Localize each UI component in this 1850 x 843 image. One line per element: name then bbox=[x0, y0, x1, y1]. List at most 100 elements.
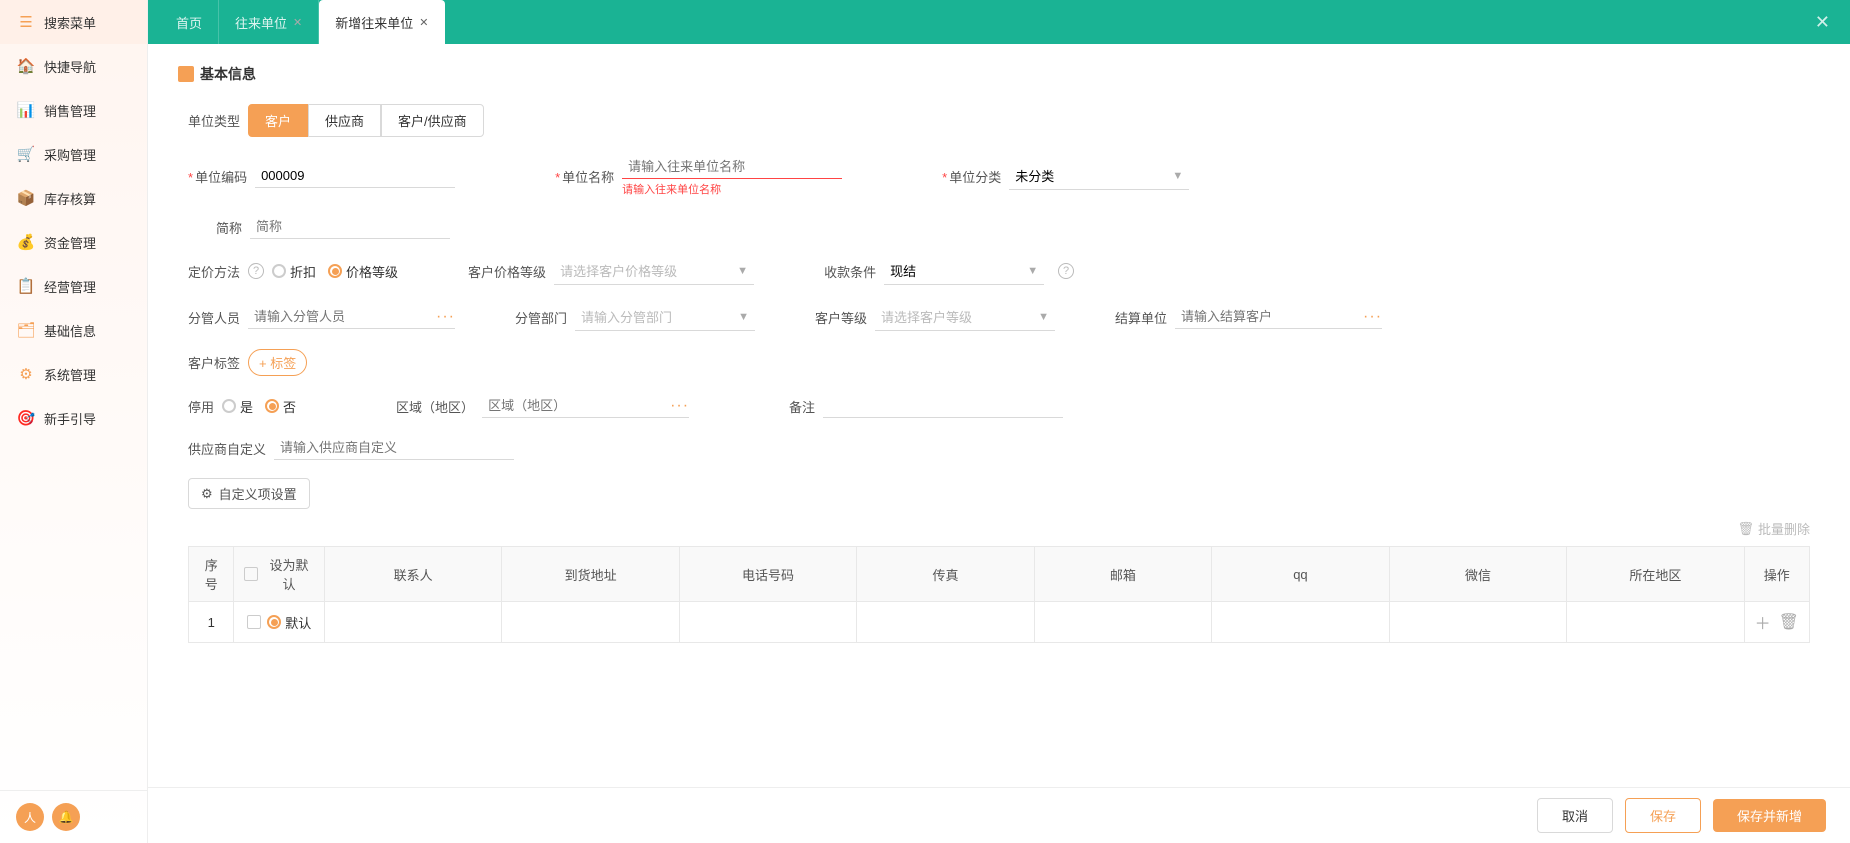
settlement-dots-btn[interactable]: ··· bbox=[1363, 308, 1382, 326]
abbr-input[interactable] bbox=[250, 215, 450, 239]
default-radio-label: 默认 bbox=[285, 613, 311, 632]
sidebar-search[interactable]: ☰ 搜索菜单 bbox=[0, 0, 147, 44]
department-select[interactable]: 请输入分管部门 ▼ bbox=[575, 303, 755, 331]
disable-radio-group: 是 否 bbox=[222, 397, 296, 416]
sidebar-item-system[interactable]: ⚙ 系统管理 bbox=[0, 352, 147, 396]
sidebar-item-inventory[interactable]: 📦 库存核算 bbox=[0, 176, 147, 220]
save-new-button[interactable]: 保存并新增 bbox=[1713, 799, 1826, 832]
save-button[interactable]: 保存 bbox=[1625, 798, 1701, 833]
disable-no-dot bbox=[269, 403, 276, 410]
tab-home[interactable]: 首页 bbox=[160, 0, 219, 44]
unit-code-label: *单位编码 bbox=[188, 167, 247, 186]
sidebar-item-finance[interactable]: 💰 资金管理 bbox=[0, 220, 147, 264]
section-title-text: 基本信息 bbox=[200, 64, 256, 84]
remark-input[interactable] bbox=[823, 394, 1063, 418]
disable-field: 停用 是 否 bbox=[188, 397, 296, 416]
disable-no[interactable]: 否 bbox=[265, 397, 296, 416]
col-default: 设为默认 bbox=[234, 547, 324, 602]
add-tag-button[interactable]: + 标签 bbox=[248, 349, 307, 376]
settlement-unit-input[interactable] bbox=[1175, 305, 1363, 328]
tab-contacts[interactable]: 往来单位 ✕ bbox=[219, 0, 319, 44]
cell-contact[interactable] bbox=[324, 602, 501, 643]
supplier-custom-input[interactable] bbox=[274, 436, 514, 460]
payment-help-icon[interactable]: ? bbox=[1058, 263, 1074, 279]
sidebar-item-basics[interactable]: 🗂 基础信息 bbox=[0, 308, 147, 352]
region-dots-btn[interactable]: ··· bbox=[670, 397, 689, 415]
qq-input[interactable] bbox=[1222, 615, 1379, 630]
tag-row: 客户标签 + 标签 bbox=[188, 349, 1810, 376]
unit-type-customer[interactable]: 客户 bbox=[248, 104, 308, 137]
cell-index: 1 bbox=[189, 602, 234, 643]
wechat-input[interactable] bbox=[1400, 615, 1556, 630]
unit-name-input[interactable] bbox=[622, 155, 842, 179]
delete-row-icon[interactable]: 🗑 bbox=[1779, 612, 1799, 632]
default-radio[interactable]: 默认 bbox=[267, 613, 311, 632]
pricing-radio-level[interactable]: 价格等级 bbox=[328, 262, 398, 281]
abbr-label: 简称 bbox=[216, 218, 242, 237]
sidebar-item-sales[interactable]: 📊 销售管理 bbox=[0, 88, 147, 132]
pricing-level-label: 价格等级 bbox=[346, 262, 398, 281]
user-avatar[interactable]: 人 bbox=[16, 803, 44, 831]
close-all-tabs[interactable]: ✕ bbox=[1807, 12, 1838, 33]
pricing-help-icon[interactable]: ? bbox=[248, 263, 264, 279]
pricing-row: 定价方法 ? 折扣 价格等级 bbox=[188, 257, 1810, 285]
cell-fax[interactable] bbox=[857, 602, 1034, 643]
select-all-checkbox[interactable] bbox=[244, 567, 258, 581]
cancel-button[interactable]: 取消 bbox=[1537, 798, 1613, 833]
supplier-custom-label: 供应商自定义 bbox=[188, 439, 266, 458]
cell-action: ＋ 🗑 bbox=[1744, 602, 1809, 643]
pricing-label: 定价方法 bbox=[188, 262, 240, 281]
sidebar-item-label: 新手引导 bbox=[44, 409, 96, 428]
disable-yes[interactable]: 是 bbox=[222, 397, 253, 416]
phone-input[interactable] bbox=[690, 615, 846, 630]
unit-code-input[interactable] bbox=[255, 164, 455, 188]
row-checkbox[interactable] bbox=[247, 615, 261, 629]
tab-new-contact-close[interactable]: ✕ bbox=[419, 16, 428, 29]
customer-level-select[interactable]: 请选择客户等级 ▼ bbox=[875, 303, 1055, 331]
tab-contacts-label: 往来单位 bbox=[235, 13, 287, 32]
tab-bar: 首页 往来单位 ✕ 新增往来单位 ✕ ✕ bbox=[148, 0, 1850, 44]
supplier-custom-row: 供应商自定义 bbox=[188, 436, 1810, 460]
region-cell-input[interactable] bbox=[1577, 615, 1733, 630]
disable-label: 停用 bbox=[188, 397, 214, 416]
tab-new-contact[interactable]: 新增往来单位 ✕ bbox=[319, 0, 445, 44]
cell-phone[interactable] bbox=[679, 602, 856, 643]
cell-wechat[interactable] bbox=[1389, 602, 1566, 643]
add-row-icon[interactable]: ＋ bbox=[1755, 610, 1771, 634]
remark-field: 备注 bbox=[789, 394, 1063, 418]
unit-name-error: 请输入往来单位名称 bbox=[622, 181, 842, 197]
pricing-radio-discount[interactable]: 折扣 bbox=[272, 262, 316, 281]
manager-input[interactable] bbox=[248, 305, 436, 328]
cell-default: 默认 bbox=[234, 602, 324, 643]
unit-type-both[interactable]: 客户/供应商 bbox=[381, 104, 484, 137]
tab-contacts-close[interactable]: ✕ bbox=[293, 16, 302, 29]
cell-qq[interactable] bbox=[1212, 602, 1390, 643]
manager-dots-btn[interactable]: ··· bbox=[436, 308, 455, 326]
batch-delete-button[interactable]: 🗑 批量删除 bbox=[1737, 519, 1810, 538]
sidebar-item-purchase[interactable]: 🛒 采购管理 bbox=[0, 132, 147, 176]
sidebar-item-guide[interactable]: 🎯 新手引导 bbox=[0, 396, 147, 440]
sidebar-item-label: 销售管理 bbox=[44, 101, 96, 120]
customer-price-level-select[interactable]: 请选择客户价格等级 ▼ bbox=[554, 257, 754, 285]
sidebar-item-label: 基础信息 bbox=[44, 321, 96, 340]
email-input[interactable] bbox=[1045, 615, 1201, 630]
unit-name-field: *单位名称 请输入往来单位名称 bbox=[555, 155, 842, 197]
notification-icon[interactable]: 🔔 bbox=[52, 803, 80, 831]
pricing-field: 定价方法 ? 折扣 价格等级 bbox=[188, 262, 398, 281]
cell-region[interactable] bbox=[1567, 602, 1744, 643]
sidebar-item-operations[interactable]: 📋 经营管理 bbox=[0, 264, 147, 308]
col-action: 操作 bbox=[1744, 547, 1809, 602]
cell-email[interactable] bbox=[1034, 602, 1211, 643]
category-dropdown-icon: ▼ bbox=[1172, 170, 1183, 182]
custom-settings-button[interactable]: ⚙ 自定义项设置 bbox=[188, 478, 310, 509]
form-section: 单位类型 客户 供应商 客户/供应商 *单位编码 *单位名称 bbox=[178, 104, 1820, 460]
address-input[interactable] bbox=[512, 615, 668, 630]
contact-input[interactable] bbox=[335, 615, 491, 630]
unit-category-select[interactable]: 未分类 ▼ bbox=[1009, 162, 1189, 190]
sidebar-item-home[interactable]: 🏠 快捷导航 bbox=[0, 44, 147, 88]
payment-condition-select[interactable]: 现结 ▼ bbox=[884, 257, 1044, 285]
cell-address[interactable] bbox=[502, 602, 679, 643]
unit-type-supplier[interactable]: 供应商 bbox=[308, 104, 381, 137]
region-input[interactable] bbox=[482, 394, 670, 417]
fax-input[interactable] bbox=[867, 615, 1023, 630]
